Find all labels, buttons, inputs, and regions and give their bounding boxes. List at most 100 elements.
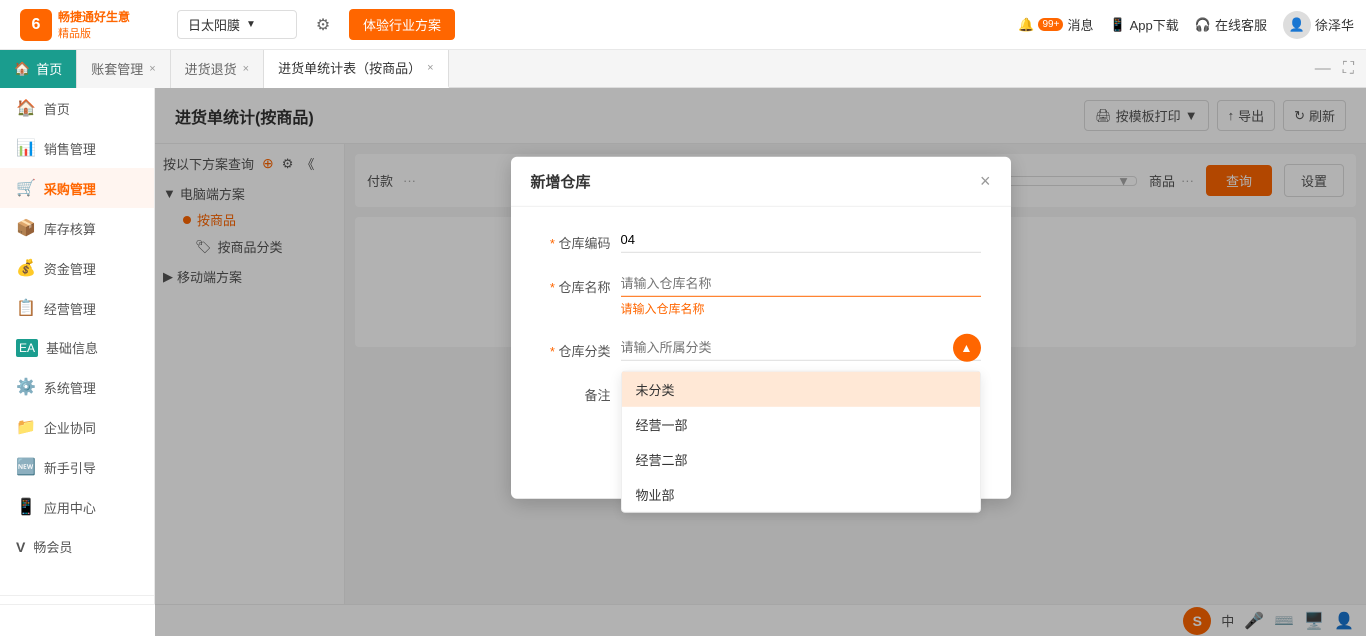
username-label: 徐泽华 bbox=[1315, 15, 1354, 34]
logo-badge: 精品版 bbox=[58, 25, 130, 41]
home-sidebar-icon: 🏠 bbox=[16, 98, 36, 118]
trial-button[interactable]: 体验行业方案 bbox=[349, 9, 455, 40]
tab-purchase-stats-close[interactable]: × bbox=[427, 62, 433, 74]
sidebar-basic-info-label: 基础信息 bbox=[46, 338, 98, 357]
name-error-message: 请输入仓库名称 bbox=[621, 300, 981, 317]
tab-controls: — ⛶ bbox=[1311, 58, 1366, 80]
sidebar-vip-label: 畅会员 bbox=[33, 537, 72, 556]
code-input[interactable] bbox=[621, 227, 981, 253]
category-label: * 仓库分类 bbox=[541, 335, 621, 360]
sidebar-item-finance[interactable]: 💰 资金管理 bbox=[0, 248, 154, 288]
dropdown-item-property[interactable]: 物业部 bbox=[622, 477, 980, 512]
code-form-row: * 仓库编码 bbox=[541, 227, 981, 253]
user-avatar[interactable]: 👤 徐泽华 bbox=[1283, 11, 1354, 39]
sidebar-sales-label: 销售管理 bbox=[44, 139, 96, 158]
sidebar-system-label: 系统管理 bbox=[44, 378, 96, 397]
tab-maximize-button[interactable]: ⛶ bbox=[1339, 58, 1358, 80]
name-input[interactable] bbox=[621, 271, 981, 297]
note-label: 备注 bbox=[541, 379, 621, 404]
logo-area: 6 畅捷通好生意 精品版 bbox=[12, 8, 167, 41]
logo-name: 畅捷通好生意 bbox=[58, 8, 130, 25]
app-logo-icon: 6 bbox=[20, 9, 52, 41]
sidebar: 🏠 首页 📊 销售管理 🛒 采购管理 📦 库存核算 💰 资金管理 📋 经营管理 … bbox=[0, 88, 155, 636]
enterprise-icon: 📁 bbox=[16, 417, 36, 437]
dialog-close-button[interactable]: × bbox=[980, 171, 991, 192]
dialog-header: 新增仓库 × bbox=[511, 157, 1011, 207]
sidebar-item-vip[interactable]: V 畅会员 bbox=[0, 527, 154, 566]
settings-gear-button[interactable]: ⚙ bbox=[307, 9, 339, 41]
store-name: 日太阳膜 bbox=[188, 15, 240, 34]
sales-icon: 📊 bbox=[16, 138, 36, 158]
home-icon: 🏠 bbox=[14, 61, 30, 77]
dialog-title: 新增仓库 bbox=[531, 171, 591, 192]
tab-purchase-stats[interactable]: 进货单统计表（按商品） × bbox=[264, 50, 448, 88]
sidebar-item-enterprise[interactable]: 📁 企业协同 bbox=[0, 407, 154, 447]
sidebar-item-purchase[interactable]: 🛒 采购管理 bbox=[0, 168, 154, 208]
add-warehouse-dialog: 新增仓库 × * 仓库编码 * bbox=[511, 157, 1011, 499]
header-right: 🔔 99+ 消息 📱 App下载 🎧 在线客服 👤 徐泽华 bbox=[1018, 11, 1354, 39]
bell-icon: 🔔 bbox=[1018, 17, 1034, 33]
notification-badge: 99+ bbox=[1038, 18, 1063, 31]
category-input-wrap: ▲ 未分类 经营一部 经营二部 物业部 bbox=[621, 335, 981, 361]
tab-home[interactable]: 🏠 首页 bbox=[0, 50, 77, 88]
sidebar-item-app-center[interactable]: 📱 应用中心 bbox=[0, 487, 154, 527]
tab-accounts-close[interactable]: × bbox=[149, 63, 155, 75]
app-download-label: App下载 bbox=[1130, 15, 1179, 34]
sidebar-newbie-label: 新手引导 bbox=[44, 458, 96, 477]
category-form-row: * 仓库分类 ▲ 未分类 经营一部 经营二部 物业部 bbox=[541, 335, 981, 361]
category-input[interactable] bbox=[621, 335, 981, 361]
purchase-icon: 🛒 bbox=[16, 178, 36, 198]
tab-purchase-return[interactable]: 进货退货 × bbox=[171, 50, 264, 88]
app-center-icon: 📱 bbox=[16, 497, 36, 517]
basic-info-icon: EA bbox=[16, 339, 38, 357]
name-form-row: * 仓库名称 请输入仓库名称 bbox=[541, 271, 981, 317]
operations-icon: 📋 bbox=[16, 298, 36, 318]
dialog-body: * 仓库编码 * 仓库名称 请输入仓库名称 bbox=[511, 207, 1011, 433]
sidebar-item-inventory[interactable]: 📦 库存核算 bbox=[0, 208, 154, 248]
sidebar-finance-label: 资金管理 bbox=[44, 259, 96, 278]
category-dropdown: 未分类 经营一部 经营二部 物业部 bbox=[621, 371, 981, 513]
dropdown-item-dept2[interactable]: 经营二部 bbox=[622, 442, 980, 477]
dropdown-item-dept1[interactable]: 经营一部 bbox=[622, 407, 980, 442]
tab-minimize-button[interactable]: — bbox=[1311, 58, 1335, 80]
name-input-wrap: 请输入仓库名称 bbox=[621, 271, 981, 317]
sidebar-item-operations[interactable]: 📋 经营管理 bbox=[0, 288, 154, 328]
sidebar-item-system[interactable]: ⚙️ 系统管理 bbox=[0, 367, 154, 407]
store-selector[interactable]: 日太阳膜 ▼ bbox=[177, 10, 297, 39]
sidebar-item-newbie[interactable]: 🆕 新手引导 bbox=[0, 447, 154, 487]
chevron-down-icon: ▼ bbox=[246, 19, 256, 30]
logo-text: 畅捷通好生意 精品版 bbox=[58, 8, 130, 41]
avatar-icon: 👤 bbox=[1283, 11, 1311, 39]
headset-icon: 🎧 bbox=[1195, 17, 1211, 33]
phone-icon: 📱 bbox=[1109, 17, 1125, 33]
sidebar-item-basic-info[interactable]: EA 基础信息 bbox=[0, 328, 154, 367]
sidebar-home-label: 首页 bbox=[44, 99, 70, 118]
online-service-button[interactable]: 🎧 在线客服 bbox=[1195, 15, 1267, 34]
sidebar-inventory-label: 库存核算 bbox=[44, 219, 96, 238]
sidebar-enterprise-label: 企业协同 bbox=[44, 418, 96, 437]
top-header: 6 畅捷通好生意 精品版 日太阳膜 ▼ ⚙ 体验行业方案 🔔 99+ 消息 📱 … bbox=[0, 0, 1366, 50]
notification-button[interactable]: 🔔 99+ 消息 bbox=[1018, 15, 1093, 34]
tab-purchase-stats-label: 进货单统计表（按商品） bbox=[278, 58, 421, 77]
sidebar-item-home[interactable]: 🏠 首页 bbox=[0, 88, 154, 128]
tab-bar: 🏠 首页 账套管理 × 进货退货 × 进货单统计表（按商品） × — ⛶ bbox=[0, 50, 1366, 88]
code-label: * 仓库编码 bbox=[541, 227, 621, 252]
code-input-wrap bbox=[621, 227, 981, 253]
tab-accounts[interactable]: 账套管理 × bbox=[77, 50, 170, 88]
tab-purchase-return-label: 进货退货 bbox=[185, 59, 237, 78]
notification-label: 消息 bbox=[1067, 15, 1093, 34]
sidebar-operations-label: 经营管理 bbox=[44, 299, 96, 318]
sidebar-app-center-label: 应用中心 bbox=[44, 498, 96, 517]
online-service-label: 在线客服 bbox=[1215, 15, 1267, 34]
category-select-toggle[interactable]: ▲ bbox=[953, 334, 981, 362]
tab-purchase-return-close[interactable]: × bbox=[243, 63, 249, 75]
name-label: * 仓库名称 bbox=[541, 271, 621, 296]
app-download-button[interactable]: 📱 App下载 bbox=[1109, 15, 1178, 34]
inventory-icon: 📦 bbox=[16, 218, 36, 238]
main-layout: 🏠 首页 📊 销售管理 🛒 采购管理 📦 库存核算 💰 资金管理 📋 经营管理 … bbox=[0, 88, 1366, 636]
tab-accounts-label: 账套管理 bbox=[91, 59, 143, 78]
sidebar-item-sales[interactable]: 📊 销售管理 bbox=[0, 128, 154, 168]
system-icon: ⚙️ bbox=[16, 377, 36, 397]
dropdown-item-uncategorized[interactable]: 未分类 bbox=[622, 372, 980, 407]
tab-home-label: 首页 bbox=[36, 59, 62, 78]
